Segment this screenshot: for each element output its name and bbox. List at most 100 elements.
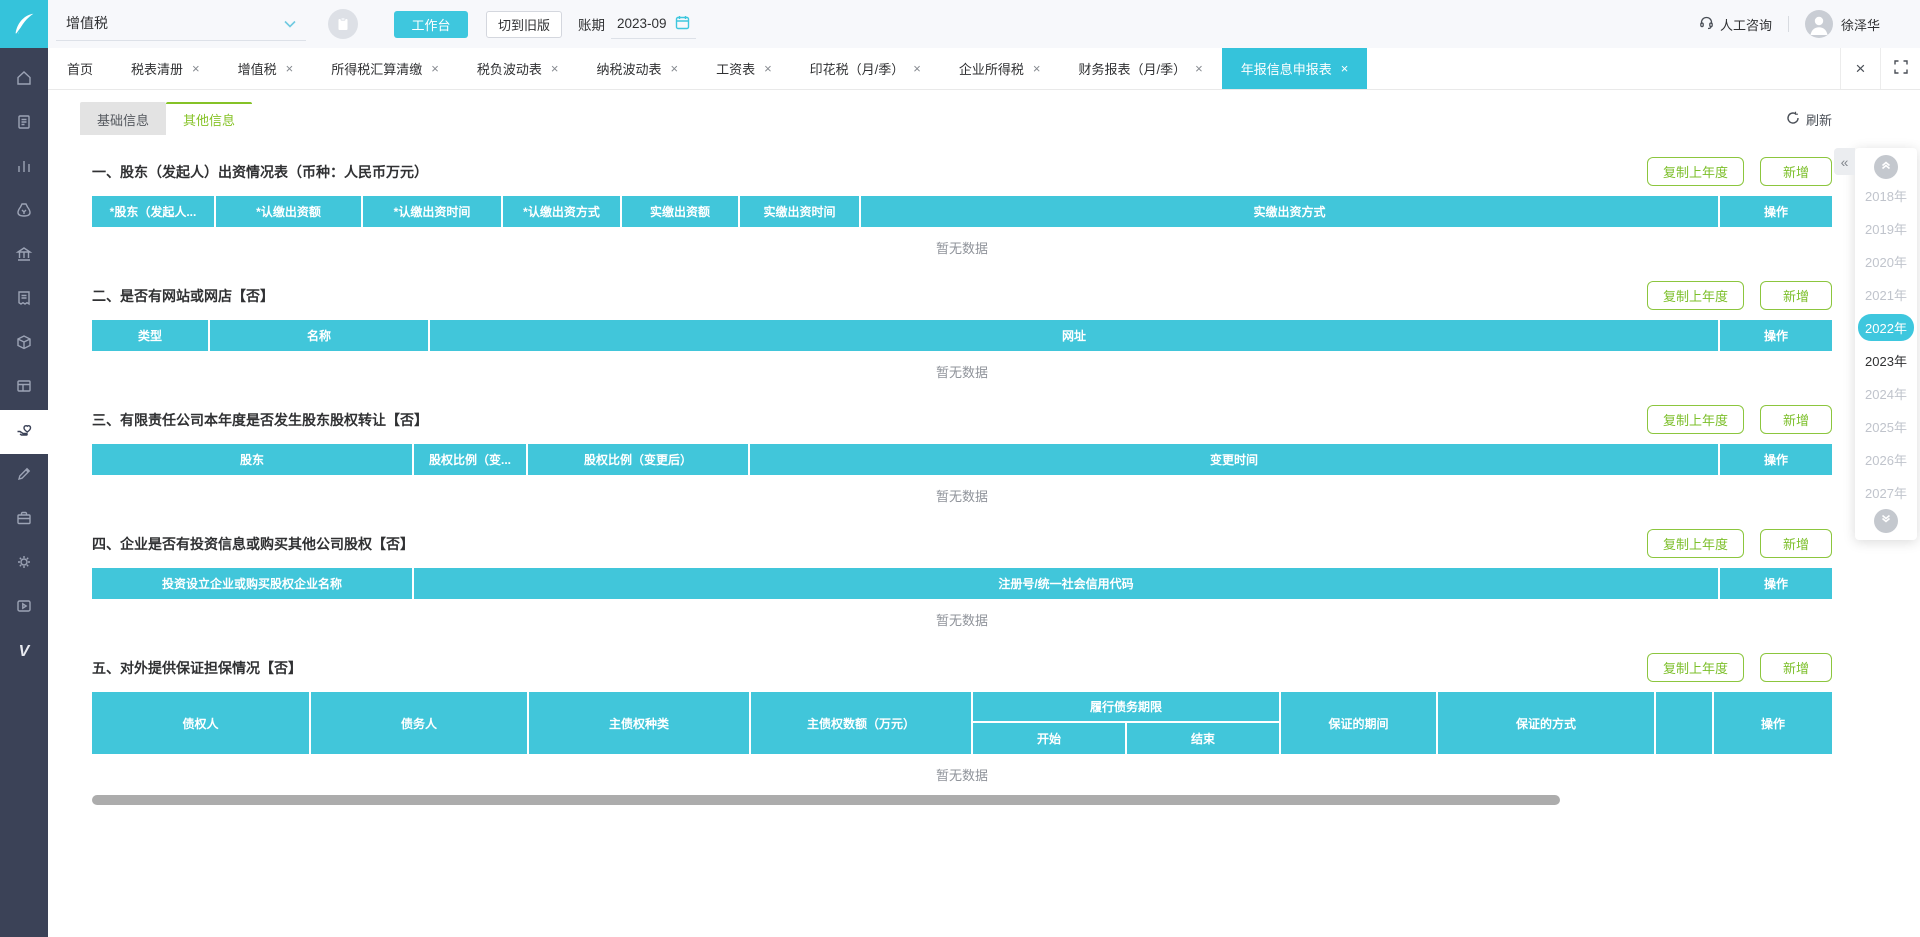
horizontal-scrollbar[interactable] bbox=[92, 795, 1560, 805]
tab-income-tax-settlement[interactable]: 所得税汇算清缴 × bbox=[312, 48, 458, 89]
tax-type-select[interactable]: 增值税 bbox=[56, 7, 306, 41]
collapse-year-panel-button[interactable]: « bbox=[1834, 148, 1855, 175]
user-account[interactable]: 徐泽华 bbox=[1804, 10, 1880, 38]
sidebar-item-funds[interactable] bbox=[0, 190, 48, 234]
period-picker[interactable]: 2023-09 bbox=[611, 10, 696, 39]
copy-last-year-button[interactable]: 复制上年度 bbox=[1646, 653, 1744, 682]
tab-tax-burden-fluctuation[interactable]: 税负波动表 × bbox=[458, 48, 578, 89]
add-new-button[interactable]: 新增 bbox=[1759, 529, 1832, 558]
copy-last-year-button[interactable]: 复制上年度 bbox=[1646, 529, 1744, 558]
sidebar-item-home[interactable] bbox=[0, 58, 48, 102]
year-item-2020[interactable]: 2020年 bbox=[1855, 245, 1917, 278]
year-item-2026[interactable]: 2026年 bbox=[1855, 443, 1917, 476]
tab-tax-register[interactable]: 税表清册 × bbox=[112, 48, 219, 89]
column-header: 名称 bbox=[210, 320, 430, 351]
column-header: 债务人 bbox=[311, 692, 529, 754]
human-support-button[interactable]: 人工咨询 bbox=[1699, 15, 1772, 34]
column-header: 结束 bbox=[1190, 732, 1215, 746]
year-item-2024[interactable]: 2024年 bbox=[1855, 377, 1917, 410]
column-header: 实缴出资时间 bbox=[740, 196, 861, 227]
section-title: 二、是否有网站或网店【否】 bbox=[92, 287, 274, 304]
scroll-years-up-button[interactable] bbox=[1874, 155, 1898, 179]
add-new-button[interactable]: 新增 bbox=[1759, 281, 1832, 310]
column-header: *认缴出资方式 bbox=[503, 196, 622, 227]
form-body: 一、股东（发起人）出资情况表（币种：人民币万元） 复制上年度 新增 *股东（发起… bbox=[80, 157, 1832, 805]
sidebar-item-invoices[interactable] bbox=[0, 278, 48, 322]
copy-last-year-button[interactable]: 复制上年度 bbox=[1646, 405, 1744, 434]
chevron-down-icon bbox=[284, 15, 296, 31]
sidebar-item-bank[interactable] bbox=[0, 234, 48, 278]
bar-chart-icon bbox=[15, 157, 33, 180]
sidebar-item-assets[interactable] bbox=[0, 366, 48, 410]
close-tab-icon[interactable]: × bbox=[764, 62, 772, 75]
column-header-actions: 操作 bbox=[1763, 205, 1788, 219]
close-tab-icon[interactable]: × bbox=[431, 62, 439, 75]
scroll-years-down-button[interactable] bbox=[1874, 509, 1898, 533]
close-tab-icon[interactable]: × bbox=[913, 62, 921, 75]
top-bar: 增值税 工作台 切到旧版 账期 2023-09 人工咨询 徐泽华 bbox=[48, 0, 1920, 48]
column-header: 履行债务期限 bbox=[973, 692, 1279, 723]
clipboard-icon[interactable] bbox=[328, 9, 358, 39]
year-item-2019[interactable]: 2019年 bbox=[1855, 212, 1917, 245]
add-new-button[interactable]: 新增 bbox=[1759, 157, 1832, 186]
tax-type-value: 增值税 bbox=[66, 15, 108, 31]
switch-old-version-button[interactable]: 切到旧版 bbox=[486, 10, 563, 38]
sidebar-item-tax-service[interactable] bbox=[0, 410, 48, 454]
year-item-2018[interactable]: 2018年 bbox=[1855, 179, 1917, 212]
year-item-2022-selected[interactable]: 2022年 bbox=[1855, 311, 1917, 344]
sidebar-item-files[interactable] bbox=[0, 498, 48, 542]
column-header-actions: 操作 bbox=[1763, 577, 1788, 591]
sidebar-item-inventory[interactable] bbox=[0, 322, 48, 366]
card-table-icon bbox=[15, 377, 33, 400]
close-tab-icon[interactable]: × bbox=[1033, 62, 1041, 75]
add-new-button[interactable]: 新增 bbox=[1759, 653, 1832, 682]
tab-vat[interactable]: 增值税 × bbox=[219, 48, 313, 89]
year-item-2025[interactable]: 2025年 bbox=[1855, 410, 1917, 443]
sidebar-item-settings[interactable] bbox=[0, 542, 48, 586]
tab-corporate-income-tax[interactable]: 企业所得税 × bbox=[940, 48, 1060, 89]
package-icon bbox=[15, 333, 33, 356]
section-investment-info: 四、企业是否有投资信息或购买其他公司股权【否】 复制上年度 新增 投资设立企业或… bbox=[92, 529, 1832, 631]
close-all-tabs-button[interactable]: × bbox=[1840, 48, 1880, 89]
sidebar-item-vouchers[interactable] bbox=[0, 102, 48, 146]
column-header: 主债权种类 bbox=[529, 692, 751, 754]
tab-annual-report-info[interactable]: 年报信息申报表 × bbox=[1221, 48, 1368, 89]
support-label: 人工咨询 bbox=[1719, 17, 1772, 33]
refresh-button[interactable]: 刷新 bbox=[1786, 110, 1832, 129]
tab-basic-info[interactable]: 基础信息 bbox=[80, 102, 167, 135]
tab-other-info[interactable]: 其他信息 bbox=[166, 102, 253, 135]
column-header: *股东（发起人... bbox=[92, 196, 216, 227]
sidebar-item-training[interactable] bbox=[0, 586, 48, 630]
workbench-button[interactable]: 工作台 bbox=[394, 10, 468, 38]
add-new-button[interactable]: 新增 bbox=[1759, 405, 1832, 434]
close-tab-icon[interactable]: × bbox=[670, 62, 678, 75]
fullscreen-button[interactable] bbox=[1880, 48, 1920, 89]
year-item-2021[interactable]: 2021年 bbox=[1855, 278, 1917, 311]
close-tab-icon[interactable]: × bbox=[551, 62, 559, 75]
section-title: 三、有限责任公司本年度是否发生股东股权转让【否】 bbox=[92, 411, 428, 428]
close-tab-icon[interactable]: × bbox=[1341, 62, 1349, 75]
close-tab-icon[interactable]: × bbox=[192, 62, 200, 75]
tab-payroll[interactable]: 工资表 × bbox=[697, 48, 791, 89]
year-item-2023[interactable]: 2023年 bbox=[1855, 344, 1917, 377]
tab-financial-statements[interactable]: 财务报表（月/季） × bbox=[1060, 48, 1222, 89]
sidebar-item-brand[interactable]: V bbox=[0, 630, 48, 674]
column-header: 注册号/统一社会信用代码 bbox=[414, 568, 1720, 599]
sidebar-item-checkout[interactable] bbox=[0, 454, 48, 498]
tab-home[interactable]: 首页 bbox=[48, 48, 112, 89]
username: 徐泽华 bbox=[1840, 17, 1880, 33]
column-header: 股东 bbox=[92, 444, 414, 475]
sidebar-item-reports[interactable] bbox=[0, 146, 48, 190]
year-item-2027[interactable]: 2027年 bbox=[1855, 476, 1917, 509]
refresh-icon bbox=[1786, 111, 1800, 128]
close-tab-icon[interactable]: × bbox=[286, 62, 294, 75]
avatar bbox=[1804, 10, 1833, 38]
tab-stamp-tax[interactable]: 印花税（月/季） × bbox=[791, 48, 940, 89]
close-tab-icon[interactable]: × bbox=[1195, 62, 1203, 75]
section-shareholder-contributions: 一、股东（发起人）出资情况表（币种：人民币万元） 复制上年度 新增 *股东（发起… bbox=[92, 157, 1832, 259]
gear-icon bbox=[15, 553, 33, 576]
tab-tax-payment-fluctuation[interactable]: 纳税波动表 × bbox=[577, 48, 697, 89]
copy-last-year-button[interactable]: 复制上年度 bbox=[1646, 157, 1744, 186]
copy-last-year-button[interactable]: 复制上年度 bbox=[1646, 281, 1744, 310]
double-chevron-up-icon bbox=[1880, 158, 1892, 176]
